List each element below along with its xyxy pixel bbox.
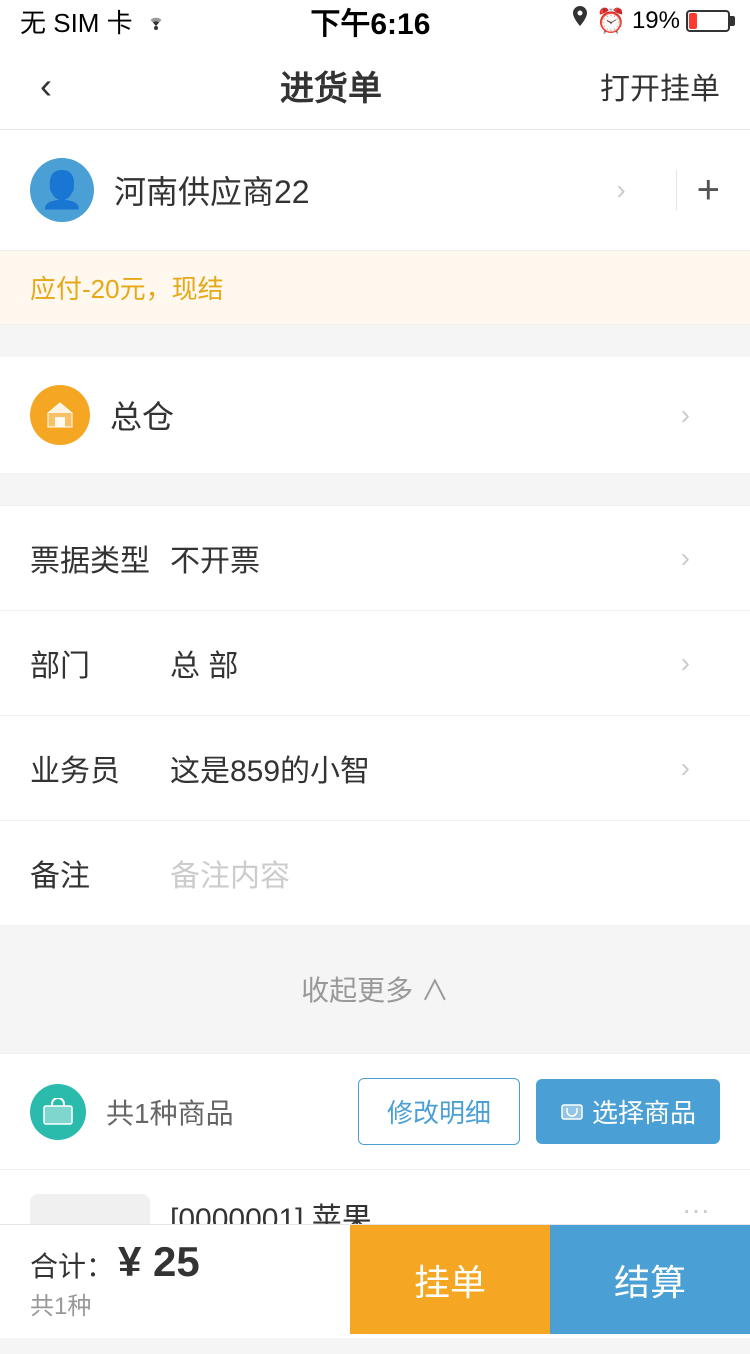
add-supplier-button[interactable]: +	[697, 168, 720, 213]
status-time: 下午6:16	[310, 0, 430, 43]
divider	[676, 170, 677, 210]
department-value: 总 部	[160, 641, 681, 685]
footer: 合计： ¥ 25 共1种 挂单 结算	[0, 1224, 750, 1334]
salesperson-chevron: ›	[681, 752, 690, 784]
gap-3	[0, 1037, 750, 1053]
supplier-avatar: 👤	[30, 158, 94, 222]
main-content: 👤 河南供应商22 › + 应付-20元，现结 总仓 › 票据	[0, 130, 750, 1338]
status-bar: 无 SIM 卡 下午6:16 ⏰ 19%	[0, 0, 750, 42]
edit-details-button[interactable]: 修改明细	[358, 1078, 520, 1145]
products-count-label: 共1种商品	[106, 1092, 358, 1132]
invoice-type-chevron: ›	[681, 542, 690, 574]
total-amount: ¥ 25	[118, 1238, 200, 1286]
salesperson-label: 业务员	[30, 746, 160, 790]
products-header: 共1种商品 修改明细 选择商品	[0, 1053, 750, 1169]
remark-row[interactable]: 备注 备注内容	[0, 820, 750, 925]
warehouse-card[interactable]: 总仓 ›	[0, 357, 750, 473]
page-title: 进货单	[280, 61, 382, 110]
department-label: 部门	[30, 641, 160, 685]
status-bar-right: ⏰ 19%	[570, 6, 730, 37]
alarm-icon: ⏰	[596, 7, 626, 36]
back-button[interactable]: ‹	[30, 55, 62, 117]
salesperson-value: 这是859的小智	[160, 746, 681, 790]
supplier-card: 👤 河南供应商22 › + 应付-20元，现结	[0, 130, 750, 325]
collapse-button[interactable]: 收起更多 ∧	[0, 941, 750, 1037]
invoice-type-label: 票据类型	[30, 536, 160, 580]
department-chevron: ›	[681, 647, 690, 679]
open-hold-button[interactable]: 打开挂单	[600, 64, 720, 108]
checkout-button[interactable]: 结算	[550, 1225, 750, 1334]
warehouse-chevron-icon: ›	[681, 399, 690, 431]
supplier-chevron-icon: ›	[616, 174, 625, 206]
carrier-text: 无 SIM 卡	[20, 3, 133, 40]
warehouse-name: 总仓	[110, 392, 681, 438]
product-more-button[interactable]: ···	[672, 1194, 720, 1226]
location-icon	[570, 6, 590, 37]
supplier-notice: 应付-20元，现结	[0, 251, 750, 325]
select-product-label: 选择商品	[592, 1093, 696, 1130]
supplier-row[interactable]: 👤 河南供应商22 › +	[0, 130, 750, 251]
wifi-icon	[141, 6, 171, 37]
nav-bar: ‹ 进货单 打开挂单	[0, 42, 750, 130]
total-label: 合计：	[30, 1245, 114, 1285]
supplier-name: 河南供应商22	[114, 167, 616, 213]
invoice-type-row[interactable]: 票据类型 不开票 ›	[0, 505, 750, 610]
status-bar-left: 无 SIM 卡	[20, 3, 171, 40]
battery-percentage: 19%	[632, 7, 680, 35]
form-card: 票据类型 不开票 › 部门 总 部 › 业务员 这是859的小智 › 备注 备注…	[0, 505, 750, 925]
footer-total: 合计： ¥ 25 共1种	[0, 1225, 350, 1334]
select-product-icon	[560, 1100, 584, 1124]
total-count: 共1种	[30, 1286, 320, 1321]
battery-icon	[686, 10, 730, 32]
warehouse-icon	[30, 385, 90, 445]
select-product-button[interactable]: 选择商品	[536, 1079, 720, 1144]
invoice-type-value: 不开票	[160, 536, 681, 580]
gap-2	[0, 489, 750, 505]
hold-button[interactable]: 挂单	[350, 1225, 550, 1334]
remark-label: 备注	[30, 851, 160, 895]
warehouse-row[interactable]: 总仓 ›	[0, 357, 750, 473]
products-icon	[30, 1084, 86, 1140]
department-row[interactable]: 部门 总 部 ›	[0, 610, 750, 715]
salesperson-row[interactable]: 业务员 这是859的小智 ›	[0, 715, 750, 820]
avatar-icon: 👤	[40, 169, 85, 211]
remark-input[interactable]: 备注内容	[160, 851, 720, 895]
gap-1	[0, 341, 750, 357]
